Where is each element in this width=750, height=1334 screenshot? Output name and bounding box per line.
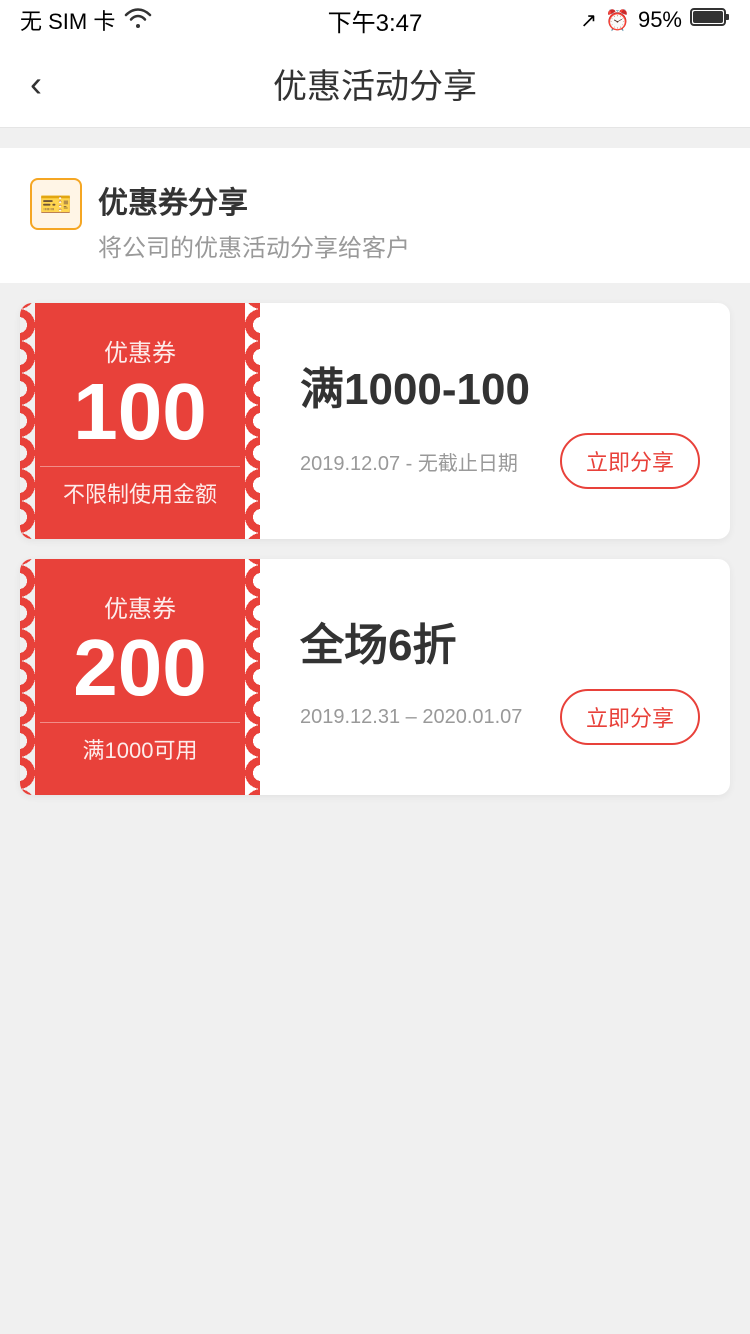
coupon-bottom-row-2: 2019.12.31 – 2020.01.07 立即分享 — [300, 689, 700, 745]
share-button-1[interactable]: 立即分享 — [560, 433, 700, 489]
back-button[interactable]: ‹ — [30, 63, 42, 105]
coupon-date-1: 2019.12.07 - 无截止日期 — [300, 447, 518, 476]
section-title: 优惠券分享 — [98, 178, 410, 222]
share-button-2[interactable]: 立即分享 — [560, 689, 700, 745]
location-icon: ↗ — [580, 8, 597, 33]
coupon-card-2: 优惠券 200 满1000可用 全场6折 2019.12.31 – 2020.0… — [20, 559, 730, 795]
page-title: 优惠活动分享 — [273, 59, 477, 108]
coupon-bottom-row-1: 2019.12.07 - 无截止日期 立即分享 — [300, 433, 700, 489]
coupon-divider-1 — [40, 466, 240, 467]
status-bar: 无 SIM 卡 下午3:47 ↗ ⏰ 95% — [0, 0, 750, 40]
section-text: 优惠券分享 将公司的优惠活动分享给客户 — [98, 178, 410, 263]
status-time: 下午3:47 — [328, 3, 423, 38]
coupon-amount-2: 200 — [73, 628, 206, 708]
section-icon: 🎫 — [30, 178, 82, 230]
coupon-list: 优惠券 100 不限制使用金额 满1000-100 2019.12.07 - 无… — [0, 283, 750, 795]
coupon-right-2: 全场6折 2019.12.31 – 2020.01.07 立即分享 — [260, 559, 730, 795]
nav-bar: ‹ 优惠活动分享 — [0, 40, 750, 128]
alarm-icon: ⏰ — [605, 8, 630, 33]
coupon-divider-2 — [40, 722, 240, 723]
coupon-amount-1: 100 — [73, 372, 206, 452]
coupon-type-1: 优惠券 — [104, 333, 176, 368]
status-left: 无 SIM 卡 — [20, 4, 153, 36]
status-right: ↗ ⏰ 95% — [580, 6, 730, 34]
coupon-name-1: 满1000-100 — [300, 353, 700, 417]
battery-text: 95% — [638, 7, 682, 33]
coupon-type-2: 优惠券 — [104, 589, 176, 624]
battery-icon — [690, 6, 730, 34]
section-subtitle: 将公司的优惠活动分享给客户 — [98, 228, 410, 263]
coupon-condition-1: 不限制使用金额 — [63, 477, 217, 509]
coupon-condition-2: 满1000可用 — [83, 733, 198, 765]
empty-area — [0, 795, 750, 1295]
coupon-left-1: 优惠券 100 不限制使用金额 — [20, 303, 260, 539]
coupon-name-2: 全场6折 — [300, 609, 700, 673]
coupon-right-1: 满1000-100 2019.12.07 - 无截止日期 立即分享 — [260, 303, 730, 539]
coupon-date-2: 2019.12.31 – 2020.01.07 — [300, 706, 522, 729]
no-sim-text: 无 SIM 卡 — [20, 4, 115, 36]
section-header: 🎫 优惠券分享 将公司的优惠活动分享给客户 — [0, 148, 750, 283]
coupon-card: 优惠券 100 不限制使用金额 满1000-100 2019.12.07 - 无… — [20, 303, 730, 539]
wifi-icon — [123, 6, 153, 34]
coupon-left-2: 优惠券 200 满1000可用 — [20, 559, 260, 795]
